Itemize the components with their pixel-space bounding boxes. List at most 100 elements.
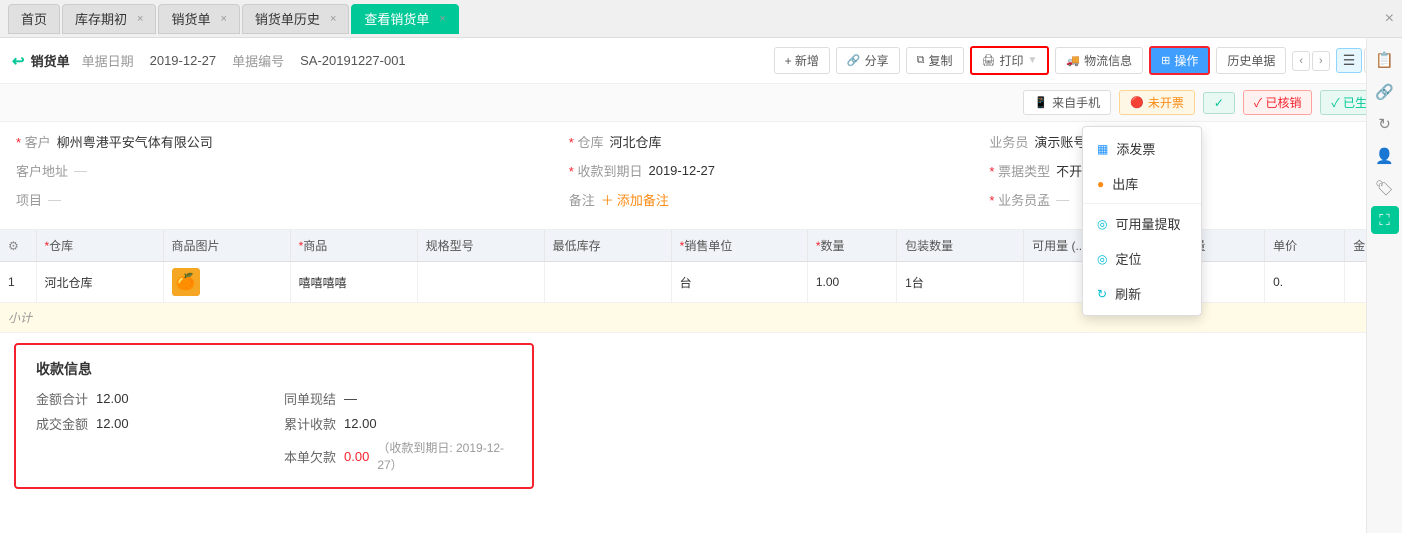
not-open-button[interactable]: 🔴 未开票 xyxy=(1119,90,1195,115)
outbound-icon: ● xyxy=(1097,177,1104,191)
operation-button[interactable]: ⊞ 操作 xyxy=(1149,46,1210,75)
doc-meta: 单据日期 2019-12-27 单据编号 SA-20191227-001 xyxy=(82,51,406,70)
address-field: 客户地址 — xyxy=(16,161,545,180)
deal-value: 12.00 xyxy=(96,416,129,431)
address-label: 客户地址 xyxy=(16,161,68,180)
th-product: *商品 xyxy=(290,230,417,262)
cell-image: 🍊 xyxy=(163,262,290,303)
sidebar-expand-icon[interactable]: ⛶ xyxy=(1371,206,1399,234)
sidebar-refresh-icon[interactable]: ↻ xyxy=(1371,110,1399,138)
debt-value: 0.00 xyxy=(344,449,369,464)
th-spec: 规格型号 xyxy=(417,230,544,262)
th-settings[interactable]: ⚙ xyxy=(0,230,36,262)
tab-sales-history[interactable]: 销货单历史 × xyxy=(242,4,349,34)
note-label: 备注 xyxy=(569,190,595,209)
from-phone-button[interactable]: 📱 来自手机 xyxy=(1023,90,1111,115)
number-label: 单据编号 xyxy=(232,51,284,70)
th-unit: *销售单位 xyxy=(671,230,807,262)
dropdown-available[interactable]: ◎ 可用量提取 xyxy=(1083,206,1201,241)
summary-item-total: 金额合计 12.00 xyxy=(36,389,264,408)
tab-bar: 首页 库存期初 × 销货单 × 销货单历史 × 查看销货单 × × xyxy=(0,0,1402,38)
nav-arrows: ‹ › xyxy=(1292,51,1329,71)
dropdown-add-invoice[interactable]: ▦ 添发票 xyxy=(1083,131,1201,166)
close-sales-order[interactable]: × xyxy=(220,13,226,25)
th-min-stock: 最低库存 xyxy=(544,230,671,262)
total-label: 金额合计 xyxy=(36,389,88,408)
close-window[interactable]: × xyxy=(1385,10,1394,28)
list-view-button[interactable]: ☰ xyxy=(1336,48,1363,73)
prev-button[interactable]: ‹ xyxy=(1292,51,1310,71)
tab-sales-order[interactable]: 销货单 × xyxy=(158,4,239,34)
summary-item-deal: 成交金额 12.00 xyxy=(36,414,264,433)
dropdown-refresh[interactable]: ↻ 刷新 xyxy=(1083,276,1201,311)
th-image: 商品图片 xyxy=(163,230,290,262)
th-pack-qty: 包装数量 xyxy=(897,230,1024,262)
tab-inventory-init[interactable]: 库存期初 × xyxy=(62,4,156,34)
cell-quantity: 1.00 xyxy=(807,262,896,303)
customer-value: 柳州粤港平安气体有限公司 xyxy=(57,132,213,151)
note-field: 备注 ＋添加备注 xyxy=(569,190,966,209)
gear-icon[interactable]: ⚙ xyxy=(8,239,19,253)
ticket-type-label: 票据类型 xyxy=(989,161,1050,180)
close-view-sales[interactable]: × xyxy=(439,13,445,25)
date-value: 2019-12-27 xyxy=(150,53,217,68)
debt-note: （收款到期日: 2019-12-27） xyxy=(377,439,512,473)
sidebar-user-icon[interactable]: 👤 xyxy=(1371,142,1399,170)
project-label: 项目 xyxy=(16,190,42,209)
same-order-label: 同单现结 xyxy=(284,389,336,408)
right-sidebar: 📋 🔗 ↻ 👤 🏷 ⛶ xyxy=(1366,38,1402,533)
sold-status[interactable]: ✓ 已核销 xyxy=(1243,90,1313,115)
salesperson2-value: — xyxy=(1056,192,1069,207)
operation-wrapper: ⊞ 操作 xyxy=(1149,46,1210,75)
total-value: 12.00 xyxy=(96,391,129,406)
check-button[interactable]: ✓ xyxy=(1203,92,1235,114)
cell-unit: 台 xyxy=(671,262,807,303)
number-value: SA-20191227-001 xyxy=(300,53,406,68)
project-value: — xyxy=(48,192,61,207)
th-quantity: *数量 xyxy=(807,230,896,262)
customer-label: 客户 xyxy=(16,132,51,151)
payment-date-field: 收款到期日 2019-12-27 xyxy=(569,161,966,180)
dropdown-locate[interactable]: ◎ 定位 xyxy=(1083,241,1201,276)
sidebar-tag-icon[interactable]: 🏷 xyxy=(1371,174,1399,202)
cumulative-label: 累计收款 xyxy=(284,414,336,433)
add-note-button[interactable]: ＋添加备注 xyxy=(601,190,669,209)
sidebar-link-icon[interactable]: 🔗 xyxy=(1371,78,1399,106)
warehouse-label: 仓库 xyxy=(569,132,604,151)
close-inventory-init[interactable]: × xyxy=(137,13,143,25)
address-value: — xyxy=(74,163,87,178)
doc-title-text: 销货单 xyxy=(31,51,70,70)
print-button[interactable]: 🖨 打印 ▼ xyxy=(970,46,1050,75)
summary-item-cumulative: 累计收款 12.00 xyxy=(284,414,512,433)
close-sales-history[interactable]: × xyxy=(330,13,336,25)
logistics-button[interactable]: 🚚 物流信息 xyxy=(1055,47,1143,74)
salesperson-value: 演示账号 xyxy=(1034,132,1086,151)
locate-icon: ◎ xyxy=(1097,252,1107,266)
new-button[interactable]: + 新增 xyxy=(774,47,830,74)
available-icon: ◎ xyxy=(1097,217,1107,231)
cell-warehouse: 河北仓库 xyxy=(36,262,163,303)
doc-title-icon: ↩ xyxy=(12,52,25,70)
payment-date-label: 收款到期日 xyxy=(569,161,643,180)
tab-view-sales[interactable]: 查看销货单 × xyxy=(351,4,458,34)
dropdown-outbound[interactable]: ● 出库 xyxy=(1083,166,1201,201)
summary-item-debt: 本单欠款 0.00 （收款到期日: 2019-12-27） xyxy=(284,439,512,473)
doc-actions: + 新增 🔗 分享 ⧉ 复制 🖨 打印 ▼ 🚚 物流信息 ⊞ xyxy=(774,46,1390,75)
sidebar-document-icon[interactable]: 📋 xyxy=(1371,46,1399,74)
debt-label: 本单欠款 xyxy=(284,447,336,466)
same-order-value: — xyxy=(344,391,357,406)
copy-button[interactable]: ⧉ 复制 xyxy=(906,47,964,74)
customer-field: 客户 柳州粤港平安气体有限公司 xyxy=(16,132,545,151)
share-button[interactable]: 🔗 分享 xyxy=(836,47,900,74)
warehouse-field: 仓库 河北仓库 xyxy=(569,132,966,151)
summary-section: 收款信息 金额合计 12.00 同单现结 — 成交金额 12.00 累计收款 1… xyxy=(14,343,534,489)
toolbar-row: 📱 来自手机 🔴 未开票 ✓ ✓ 已核销 ✓ 已生效 xyxy=(0,84,1402,122)
doc-title: ↩ 销货单 xyxy=(12,51,70,70)
cell-spec xyxy=(417,262,544,303)
history-button[interactable]: 历史单据 xyxy=(1216,47,1286,74)
doc-header: ↩ 销货单 单据日期 2019-12-27 单据编号 SA-20191227-0… xyxy=(0,38,1402,84)
next-button[interactable]: › xyxy=(1312,51,1330,71)
cell-min-stock xyxy=(544,262,671,303)
tab-home[interactable]: 首页 xyxy=(8,4,60,34)
refresh-dropdown-icon: ↻ xyxy=(1097,287,1107,301)
